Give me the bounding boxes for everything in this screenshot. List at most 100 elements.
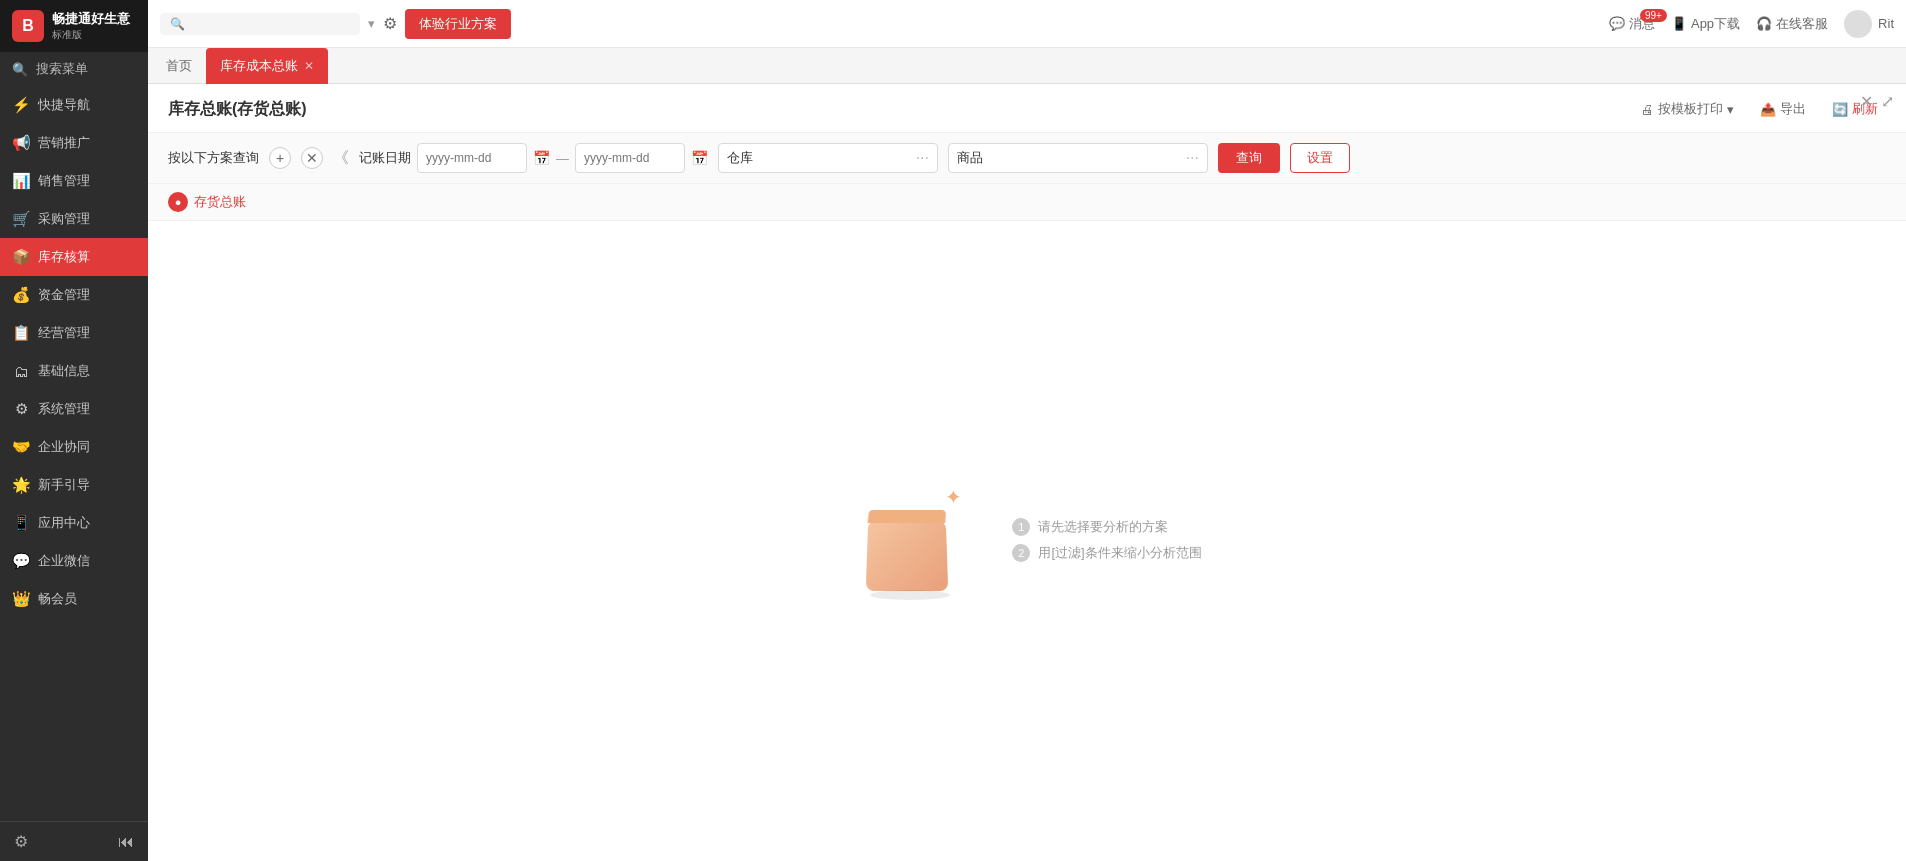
close-panel-btn[interactable]: ✕ (1860, 92, 1873, 111)
empty-state: ✦ 1 请先选择要分析的方案 2 用[过滤]条件来缩小分析范围 (148, 221, 1906, 798)
settings-btn[interactable]: 设置 (1290, 143, 1350, 173)
content-area: ✕ ⤢ 库存总账(存货总账) 🖨 按模板打印 ▾ 📤 导出 🔄 刷新 (148, 84, 1906, 861)
header-right: 💬 消息 99+ 📱 App下载 🎧 在线客服 Rit (1609, 10, 1894, 38)
sidebar-label-basic-info: 基础信息 (38, 362, 90, 380)
header-search-box[interactable]: 🔍 (160, 13, 360, 35)
sidebar-item-newbie[interactable]: 🌟 新手引导 (0, 466, 148, 504)
message-icon: 💬 (1609, 16, 1625, 31)
sidebar-label-cooperation: 企业协同 (38, 438, 90, 456)
app-download-btn[interactable]: 📱 App下载 (1671, 15, 1740, 33)
filter-label: 按以下方案查询 (168, 149, 259, 167)
sidebar-icon-inventory: 📦 (12, 248, 30, 266)
collapse-icon[interactable]: ⏮ (118, 833, 134, 851)
messages-btn[interactable]: 💬 消息 99+ (1609, 15, 1655, 33)
print-icon: 🖨 (1641, 102, 1654, 117)
print-template-label: 按模板打印 (1658, 100, 1723, 118)
sidebar-icon-cooperation: 🤝 (12, 438, 30, 456)
tab-inventory-label: 库存成本总账 (220, 57, 298, 75)
sidebar-item-cooperation[interactable]: 🤝 企业协同 (0, 428, 148, 466)
sidebar-item-system[interactable]: ⚙ 系统管理 (0, 390, 148, 428)
online-service-btn[interactable]: 🎧 在线客服 (1756, 15, 1828, 33)
app-title: 畅捷通好生意 (52, 10, 130, 28)
sidebar-icon-basic-info: 🗂 (12, 362, 30, 380)
filter-delete-btn[interactable]: ✕ (301, 147, 323, 169)
export-btn[interactable]: 📤 导出 (1752, 96, 1814, 122)
app-download-label: App下载 (1691, 15, 1740, 33)
sidebar-label-marketing: 营销推广 (38, 134, 90, 152)
sidebar-icon-operation: 📋 (12, 324, 30, 342)
sidebar-item-inventory[interactable]: 📦 库存核算 (0, 238, 148, 276)
user-avatar[interactable]: Rit (1844, 10, 1894, 38)
filter-warehouse[interactable]: 仓库 ··· (718, 143, 938, 173)
product-label: 商品 (957, 149, 983, 167)
settings-icon[interactable]: ⚙ (14, 832, 28, 851)
page-header: 库存总账(存货总账) 🖨 按模板打印 ▾ 📤 导出 🔄 刷新 (148, 84, 1906, 133)
sidebar-label-sales: 销售管理 (38, 172, 90, 190)
tab-close-icon[interactable]: ✕ (304, 59, 314, 73)
tab-home[interactable]: 首页 (152, 48, 206, 84)
sub-filter-item[interactable]: ● 存货总账 (168, 192, 246, 212)
date-start-input[interactable] (417, 143, 527, 173)
logo-icon: B (12, 10, 44, 42)
phone-icon: 📱 (1671, 16, 1687, 31)
sidebar-icon-sales: 📊 (12, 172, 30, 190)
tip-number-2: 2 (1012, 544, 1030, 562)
expand-panel-btn[interactable]: ⤢ (1881, 92, 1894, 111)
empty-box (866, 521, 949, 591)
sub-filter-icon: ● (168, 192, 188, 212)
sidebar-item-finance[interactable]: 💰 资金管理 (0, 276, 148, 314)
sidebar-search[interactable]: 🔍 搜索菜单 (0, 52, 148, 86)
service-label: 在线客服 (1776, 15, 1828, 33)
sidebar-item-member[interactable]: 👑 畅会员 (0, 580, 148, 618)
tab-inventory-cost[interactable]: 库存成本总账 ✕ (206, 48, 328, 84)
empty-tips: 1 请先选择要分析的方案 2 用[过滤]条件来缩小分析范围 (1012, 518, 1201, 562)
empty-illustration: ✦ (852, 480, 972, 600)
search-icon: 🔍 (12, 62, 28, 77)
calendar-end-icon[interactable]: 📅 (691, 150, 708, 166)
search-icon: 🔍 (170, 17, 185, 31)
sidebar-item-operation[interactable]: 📋 经营管理 (0, 314, 148, 352)
sidebar-item-app-center[interactable]: 📱 应用中心 (0, 504, 148, 542)
filter-product[interactable]: 商品 ··· (948, 143, 1208, 173)
empty-shadow (870, 590, 950, 600)
sidebar-icon-finance: 💰 (12, 286, 30, 304)
logo-text: 畅捷通好生意 标准版 (52, 10, 130, 42)
message-badge: 99+ (1640, 9, 1667, 22)
top-header: 🔍 ▾ ⚙ 体验行业方案 💬 消息 99+ 📱 App下载 🎧 在线客服 (148, 0, 1906, 48)
sidebar-icon-newbie: 🌟 (12, 476, 30, 494)
date-end-input[interactable] (575, 143, 685, 173)
sidebar-item-sales[interactable]: 📊 销售管理 (0, 162, 148, 200)
filter-add-btn[interactable]: + (269, 147, 291, 169)
sidebar-footer: ⚙ ⏮ (0, 821, 148, 861)
sub-filter-label: 存货总账 (194, 193, 246, 211)
sidebar-label-member: 畅会员 (38, 590, 77, 608)
empty-tip-1: 1 请先选择要分析的方案 (1012, 518, 1201, 536)
sidebar-logo: B 畅捷通好生意 标准版 (0, 0, 148, 52)
sparkle-icon: ✦ (945, 485, 962, 509)
sidebar-label-inventory: 库存核算 (38, 248, 90, 266)
query-btn[interactable]: 查询 (1218, 143, 1280, 173)
sidebar-item-basic-info[interactable]: 🗂 基础信息 (0, 352, 148, 390)
username-label: Rit (1878, 16, 1894, 31)
sidebar-icon-marketing: 📢 (12, 134, 30, 152)
sidebar-item-marketing[interactable]: 📢 营销推广 (0, 124, 148, 162)
calendar-start-icon[interactable]: 📅 (533, 150, 550, 166)
sidebar-label-quick-nav: 快捷导航 (38, 96, 90, 114)
empty-tip-2: 2 用[过滤]条件来缩小分析范围 (1012, 544, 1201, 562)
sidebar-item-purchase[interactable]: 🛒 采购管理 (0, 200, 148, 238)
app-subtitle: 标准版 (52, 28, 130, 42)
date-label: 记账日期 (359, 149, 411, 167)
dropdown-chevron-icon[interactable]: ▾ (368, 16, 375, 31)
tip-number-1: 1 (1012, 518, 1030, 536)
sidebar-item-wechat[interactable]: 💬 企业微信 (0, 542, 148, 580)
sidebar-label-finance: 资金管理 (38, 286, 90, 304)
gear-icon[interactable]: ⚙ (383, 14, 397, 33)
filter-collapse-icon[interactable]: 《 (333, 148, 349, 169)
warehouse-more-icon: ··· (916, 149, 929, 167)
sidebar-icon-system: ⚙ (12, 400, 30, 418)
sidebar-icon-member: 👑 (12, 590, 30, 608)
industry-btn[interactable]: 体验行业方案 (405, 9, 511, 39)
print-template-btn[interactable]: 🖨 按模板打印 ▾ (1633, 96, 1742, 122)
sidebar-item-quick-nav[interactable]: ⚡ 快捷导航 (0, 86, 148, 124)
export-label: 导出 (1780, 100, 1806, 118)
